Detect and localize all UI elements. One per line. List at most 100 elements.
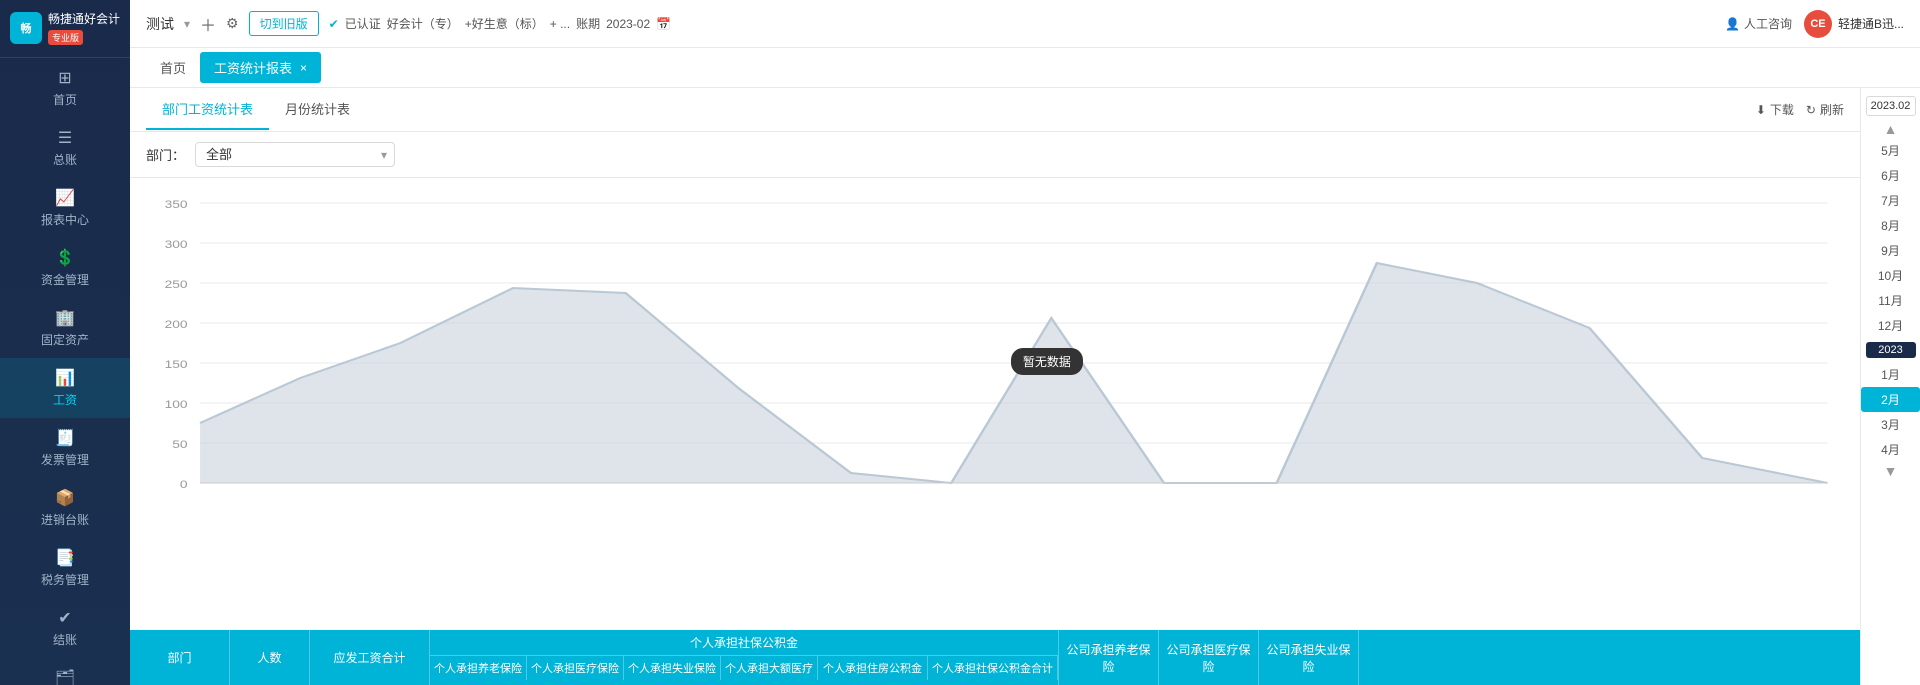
sidebar-item-assets[interactable]: 🏢 固定资产: [0, 298, 130, 358]
sidebar-item-label: 进销台账: [41, 511, 89, 528]
tab-salary-report[interactable]: 工资统计报表 ×: [200, 52, 321, 83]
month-item-10[interactable]: 10月: [1861, 263, 1920, 288]
month-item-9[interactable]: 9月: [1861, 238, 1920, 263]
month-item-1[interactable]: 1月: [1861, 362, 1920, 387]
th-company-unemployment: 公司承担失业保险: [1259, 630, 1359, 685]
sidebar: 畅 畅捷通好会计 专业版 ⊞ 首页 ☰ 总账 📈 报表中心 💲 资金管理 🏢 固…: [0, 0, 130, 685]
sidebar-item-report[interactable]: 📈 报表中心: [0, 178, 130, 238]
download-button[interactable]: ⬇ 下载: [1756, 101, 1794, 118]
assets-icon: 🏢: [55, 308, 75, 328]
status-area: ✔ 已认证 好会计（专） +好生意（标） + ... 账期 2023-02 📅: [329, 15, 671, 32]
topbar-right: 👤 人工咨询 CE 轻捷通B迅...: [1725, 10, 1904, 38]
refresh-button[interactable]: ↻ 刷新: [1806, 101, 1844, 118]
username: 轻捷通B迅...: [1838, 15, 1904, 32]
subtab-dept[interactable]: 部门工资统计表: [146, 89, 269, 130]
sidebar-logo: 畅 畅捷通好会计 专业版: [0, 0, 130, 58]
th-company-pension: 公司承担养老保险: [1059, 630, 1159, 685]
app-name: 畅捷通好会计: [48, 12, 120, 28]
project-dropdown-icon[interactable]: ▾: [184, 17, 190, 31]
subtab-monthly[interactable]: 月份统计表: [269, 89, 366, 130]
sidebar-item-label: 工资: [53, 391, 77, 408]
filter-row: 部门： 全部: [130, 132, 1860, 178]
content-main: 部门工资统计表 月份统计表 ⬇ 下载 ↻ 刷新: [130, 88, 1860, 685]
main-area: 测试 ▾ ＋ ⚙ 切到旧版 ✔ 已认证 好会计（专） +好生意（标） + ...…: [130, 0, 1920, 685]
logo-icon: 畅: [10, 12, 42, 44]
sidebar-item-archive[interactable]: 🗂 归档管理: [0, 658, 130, 685]
sidebar-item-label: 首页: [53, 91, 77, 108]
th-group-cells: 个人承担养老保险 个人承担医疗保险 个人承担失业保险 个人承担大额医疗 个人承担…: [430, 656, 1058, 680]
th-personal-housing: 个人承担住房公积金: [818, 656, 928, 680]
svg-text:350: 350: [165, 198, 188, 210]
month-item-7[interactable]: 7月: [1861, 188, 1920, 213]
avatar: CE: [1804, 10, 1832, 38]
sidebar-item-funds[interactable]: 💲 资金管理: [0, 238, 130, 298]
th-group-personal: 个人承担社保公积金 个人承担养老保险 个人承担医疗保险 个人承担失业保险 个人承…: [430, 630, 1059, 685]
download-icon: ⬇: [1756, 103, 1766, 117]
chart-area: 350 300 250 200 150 100 50 0: [130, 178, 1860, 630]
service-button[interactable]: 👤 人工咨询: [1725, 15, 1792, 32]
sidebar-item-ledger[interactable]: ☰ 总账: [0, 118, 130, 178]
refresh-icon: ↻: [1806, 103, 1816, 117]
sidebar-item-settle[interactable]: ✔ 结账: [0, 598, 130, 658]
invoice-icon: 🧾: [55, 428, 75, 448]
year-down-button[interactable]: ▼: [1882, 462, 1900, 480]
service-label: 人工咨询: [1744, 15, 1792, 32]
tab-home[interactable]: 首页: [146, 50, 200, 85]
sidebar-item-label: 总账: [53, 151, 77, 168]
month-item-5[interactable]: 5月: [1861, 138, 1920, 163]
th-personal-major-medical: 个人承担大额医疗: [721, 656, 818, 680]
sidebar-item-invoice[interactable]: 🧾 发票管理: [0, 418, 130, 478]
switch-old-version-button[interactable]: 切到旧版: [249, 11, 319, 36]
sidebar-item-label: 税务管理: [41, 571, 89, 588]
calendar-icon[interactable]: 📅: [656, 17, 671, 31]
sales-icon: 📦: [55, 488, 75, 508]
month-item-6[interactable]: 6月: [1861, 163, 1920, 188]
add-project-button[interactable]: ＋: [200, 12, 216, 36]
addon-label: +好生意（标）: [465, 15, 544, 32]
dept-select-wrap: 全部: [195, 142, 395, 167]
period-label: 账期: [576, 15, 600, 32]
th-personal-medical: 个人承担医疗保险: [527, 656, 624, 680]
sidebar-item-label: 资金管理: [41, 271, 89, 288]
service-icon: 👤: [1725, 17, 1740, 31]
th-personal-total: 个人承担社保公积金合计: [928, 656, 1058, 680]
svg-text:50: 50: [172, 438, 187, 450]
svg-text:250: 250: [165, 278, 188, 290]
month-item-2[interactable]: 2月: [1861, 387, 1920, 412]
year-badge-2023[interactable]: 2023: [1866, 342, 1916, 358]
svg-text:100: 100: [165, 398, 188, 410]
month-item-12[interactable]: 12月: [1861, 313, 1920, 338]
sidebar-item-home[interactable]: ⊞ 首页: [0, 58, 130, 118]
subtabs-bar: 部门工资统计表 月份统计表 ⬇ 下载 ↻ 刷新: [130, 88, 1860, 132]
settle-icon: ✔: [58, 608, 71, 628]
close-icon[interactable]: ×: [300, 61, 307, 75]
svg-text:200: 200: [165, 318, 188, 330]
month-item-11[interactable]: 11月: [1861, 288, 1920, 313]
tabbar: 首页 工资统计报表 ×: [130, 48, 1920, 88]
content-area: 部门工资统计表 月份统计表 ⬇ 下载 ↻ 刷新: [130, 88, 1920, 685]
period-value: 2023-02: [606, 17, 650, 31]
dept-select[interactable]: 全部: [195, 142, 395, 167]
more-label: + ...: [550, 17, 570, 31]
edition-label: 好会计（专）: [387, 15, 459, 32]
user-menu[interactable]: CE 轻捷通B迅...: [1804, 10, 1904, 38]
table-header: 部门 人数 应发工资合计 个人承担社保公积金 个人承担养老保险 个人承担医疗保险…: [130, 630, 1860, 685]
ledger-icon: ☰: [58, 128, 72, 148]
month-item-8[interactable]: 8月: [1861, 213, 1920, 238]
svg-text:0: 0: [180, 478, 188, 490]
funds-icon: 💲: [55, 248, 75, 268]
settings-icon[interactable]: ⚙: [226, 15, 239, 32]
th-count: 人数: [230, 630, 310, 685]
subtab-left: 部门工资统计表 月份统计表: [146, 89, 366, 130]
salary-icon: 📊: [55, 368, 75, 388]
sidebar-item-label: 报表中心: [41, 211, 89, 228]
year-input[interactable]: [1866, 96, 1916, 116]
sidebar-item-salary[interactable]: 📊 工资: [0, 358, 130, 418]
month-item-4[interactable]: 4月: [1861, 437, 1920, 462]
svg-text:150: 150: [165, 358, 188, 370]
sidebar-item-tax[interactable]: 📑 税务管理: [0, 538, 130, 598]
year-up-button[interactable]: ▲: [1882, 120, 1900, 138]
sidebar-item-label: 结账: [53, 631, 77, 648]
month-item-3[interactable]: 3月: [1861, 412, 1920, 437]
sidebar-item-sales[interactable]: 📦 进销台账: [0, 478, 130, 538]
